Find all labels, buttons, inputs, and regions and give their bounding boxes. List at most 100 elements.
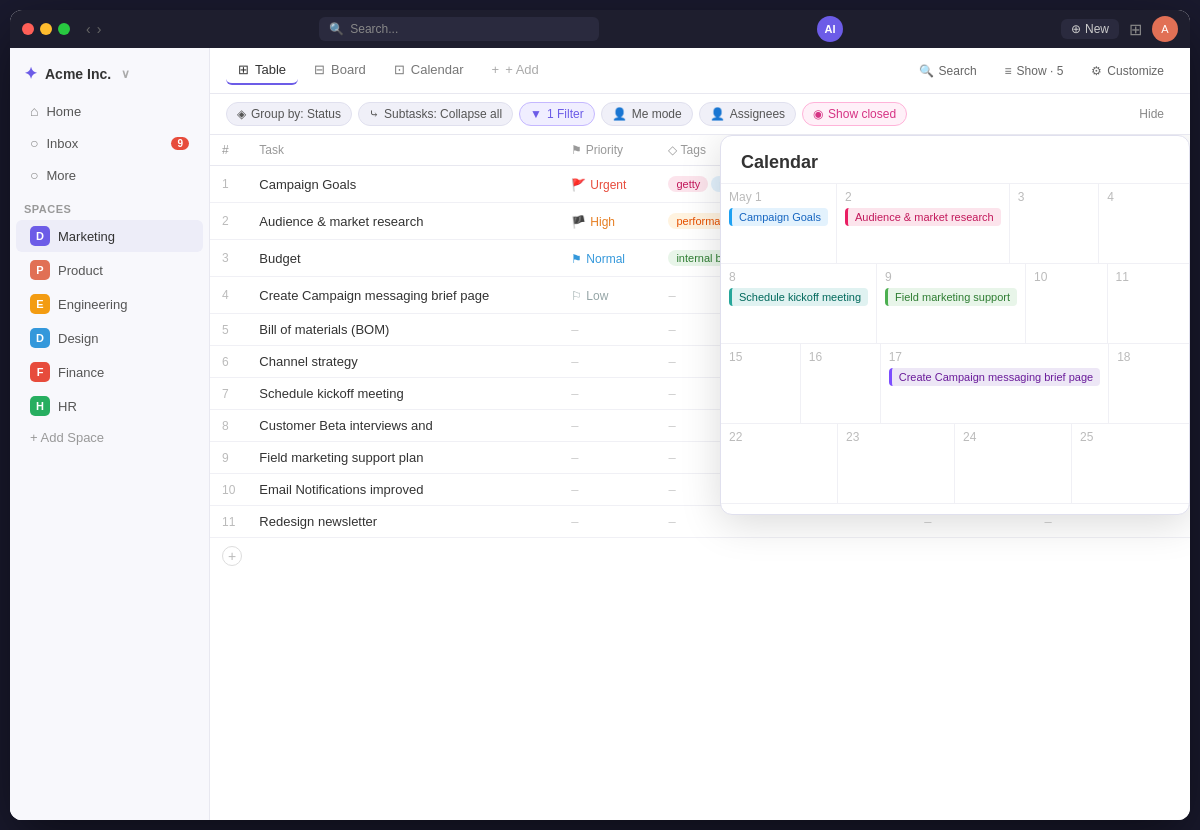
add-space-button[interactable]: + Add Space bbox=[16, 424, 203, 451]
calendar-day: 17Create Campaign messaging brief page bbox=[881, 344, 1109, 423]
task-name[interactable]: Redesign newsletter bbox=[247, 506, 559, 538]
assignees-label: Assignees bbox=[730, 107, 785, 121]
sidebar-item-product[interactable]: P Product bbox=[16, 254, 203, 286]
search-icon: 🔍 bbox=[329, 22, 344, 36]
avatar[interactable]: A bbox=[1152, 16, 1178, 42]
hide-label: Hide bbox=[1139, 107, 1164, 121]
show-btn-icon: ≡ bbox=[1005, 64, 1012, 78]
view-tabs-right: 🔍 Search ≡ Show · 5 ⚙ Customize bbox=[909, 59, 1174, 83]
task-priority[interactable]: – bbox=[559, 314, 656, 346]
task-name[interactable]: Bill of materials (BOM) bbox=[247, 314, 559, 346]
minimize-button[interactable] bbox=[40, 23, 52, 35]
nav-arrows: ‹ › bbox=[86, 21, 101, 37]
task-name[interactable]: Audience & market research bbox=[247, 203, 559, 240]
marketing-dot: D bbox=[30, 226, 50, 246]
calendar-day: 22 bbox=[721, 424, 838, 503]
me-mode-pill[interactable]: 👤 Me mode bbox=[601, 102, 693, 126]
logo-chevron: ∨ bbox=[121, 67, 130, 81]
sidebar: ✦ Acme Inc. ∨ ⌂ Home ○ Inbox 9 ○ More Sp… bbox=[10, 48, 210, 820]
task-name[interactable]: Create Campaign messaging brief page bbox=[247, 277, 559, 314]
row-number: 5 bbox=[210, 314, 247, 346]
task-priority[interactable]: – bbox=[559, 410, 656, 442]
sidebar-item-marketing[interactable]: D Marketing bbox=[16, 220, 203, 252]
back-arrow[interactable]: ‹ bbox=[86, 21, 91, 37]
calendar-day: 15 bbox=[721, 344, 801, 423]
row-number: 3 bbox=[210, 240, 247, 277]
filter-pill[interactable]: ▼ 1 Filter bbox=[519, 102, 595, 126]
tag-pill[interactable]: getty bbox=[668, 176, 708, 192]
task-name[interactable]: Field marketing support plan bbox=[247, 442, 559, 474]
grid-icon[interactable]: ⊞ bbox=[1129, 20, 1142, 39]
sidebar-item-more[interactable]: ○ More bbox=[16, 160, 203, 190]
task-name[interactable]: Campaign Goals bbox=[247, 166, 559, 203]
priority-header-icon: ⚑ bbox=[571, 143, 582, 157]
task-name[interactable]: Schedule kickoff meeting bbox=[247, 378, 559, 410]
group-by-label: Group by: Status bbox=[251, 107, 341, 121]
home-label: Home bbox=[46, 104, 81, 119]
calendar-day-number: 3 bbox=[1018, 190, 1091, 204]
task-priority[interactable]: 🏴 High bbox=[559, 203, 656, 240]
maximize-button[interactable] bbox=[58, 23, 70, 35]
task-priority[interactable]: ⚑ Normal bbox=[559, 240, 656, 277]
show-closed-label: Show closed bbox=[828, 107, 896, 121]
assignees-pill[interactable]: 👤 Assignees bbox=[699, 102, 796, 126]
task-priority[interactable]: – bbox=[559, 378, 656, 410]
task-priority[interactable]: ⚐ Low bbox=[559, 277, 656, 314]
task-name[interactable]: Customer Beta interviews and bbox=[247, 410, 559, 442]
task-priority[interactable]: – bbox=[559, 442, 656, 474]
priority-flag-icon: 🏴 bbox=[571, 215, 586, 229]
task-priority[interactable]: 🚩 Urgent bbox=[559, 166, 656, 203]
tab-calendar[interactable]: ⊡ Calendar bbox=[382, 56, 476, 85]
table-container: # Task ⚑ Priority ◇ Tags ⊟ Labels bbox=[210, 135, 1190, 820]
add-view-icon: + bbox=[492, 62, 500, 77]
calendar-event[interactable]: Campaign Goals bbox=[729, 208, 828, 226]
calendar-day: 25 bbox=[1072, 424, 1189, 503]
task-name[interactable]: Channel strategy bbox=[247, 346, 559, 378]
calendar-event[interactable]: Field marketing support bbox=[885, 288, 1017, 306]
add-row-button[interactable]: + bbox=[210, 538, 1190, 574]
calendar-day: 18 bbox=[1109, 344, 1189, 423]
subtasks-pill[interactable]: ⤷ Subtasks: Collapse all bbox=[358, 102, 513, 126]
tab-board[interactable]: ⊟ Board bbox=[302, 56, 378, 85]
show-button[interactable]: ≡ Show · 5 bbox=[995, 59, 1074, 83]
engineering-label: Engineering bbox=[58, 297, 127, 312]
task-priority[interactable]: – bbox=[559, 474, 656, 506]
sidebar-item-finance[interactable]: F Finance bbox=[16, 356, 203, 388]
table-tab-icon: ⊞ bbox=[238, 62, 249, 77]
calendar-day-number: 2 bbox=[845, 190, 1001, 204]
calendar-day-number: 11 bbox=[1116, 270, 1181, 284]
task-priority[interactable]: – bbox=[559, 346, 656, 378]
customize-button[interactable]: ⚙ Customize bbox=[1081, 59, 1174, 83]
home-icon: ⌂ bbox=[30, 103, 38, 119]
calendar-week: 151617Create Campaign messaging brief pa… bbox=[721, 344, 1189, 424]
calendar-event[interactable]: Create Campaign messaging brief page bbox=[889, 368, 1100, 386]
show-closed-pill[interactable]: ◉ Show closed bbox=[802, 102, 907, 126]
tab-table[interactable]: ⊞ Table bbox=[226, 56, 298, 85]
hide-button[interactable]: Hide bbox=[1129, 103, 1174, 125]
sidebar-item-engineering[interactable]: E Engineering bbox=[16, 288, 203, 320]
forward-arrow[interactable]: › bbox=[97, 21, 102, 37]
global-search[interactable]: 🔍 Search... bbox=[319, 17, 599, 41]
task-name[interactable]: Budget bbox=[247, 240, 559, 277]
search-button[interactable]: 🔍 Search bbox=[909, 59, 987, 83]
calendar-event[interactable]: Audience & market research bbox=[845, 208, 1001, 226]
close-button[interactable] bbox=[22, 23, 34, 35]
group-by-pill[interactable]: ◈ Group by: Status bbox=[226, 102, 352, 126]
add-view-button[interactable]: + + Add bbox=[480, 56, 551, 85]
calendar-day-number: 24 bbox=[963, 430, 1063, 444]
task-name[interactable]: Email Notifications improved bbox=[247, 474, 559, 506]
sidebar-item-home[interactable]: ⌂ Home bbox=[16, 96, 203, 126]
calendar-event[interactable]: Schedule kickoff meeting bbox=[729, 288, 868, 306]
sidebar-item-hr[interactable]: H HR bbox=[16, 390, 203, 422]
ai-button[interactable]: AI bbox=[817, 16, 843, 42]
sidebar-item-inbox[interactable]: ○ Inbox 9 bbox=[16, 128, 203, 158]
new-button[interactable]: ⊕ New bbox=[1061, 19, 1119, 39]
logo[interactable]: ✦ Acme Inc. ∨ bbox=[10, 56, 209, 95]
search-btn-icon: 🔍 bbox=[919, 64, 934, 78]
finance-dot: F bbox=[30, 362, 50, 382]
calendar-day-number: 25 bbox=[1080, 430, 1181, 444]
task-priority[interactable]: – bbox=[559, 506, 656, 538]
show-closed-icon: ◉ bbox=[813, 107, 823, 121]
priority-flag-icon: ⚑ bbox=[571, 252, 582, 266]
sidebar-item-design[interactable]: D Design bbox=[16, 322, 203, 354]
